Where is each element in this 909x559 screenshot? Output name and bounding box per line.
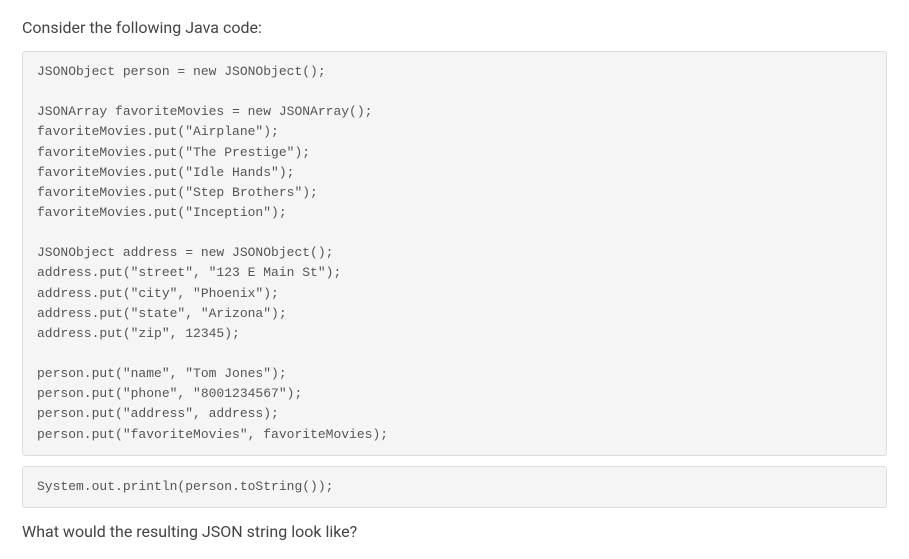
question-followup: What would the resulting JSON string loo… <box>22 522 887 541</box>
code-block-output: System.out.println(person.toString()); <box>22 466 887 508</box>
question-prompt: Consider the following Java code: <box>22 18 887 37</box>
code-block-main: JSONObject person = new JSONObject(); JS… <box>22 51 887 456</box>
